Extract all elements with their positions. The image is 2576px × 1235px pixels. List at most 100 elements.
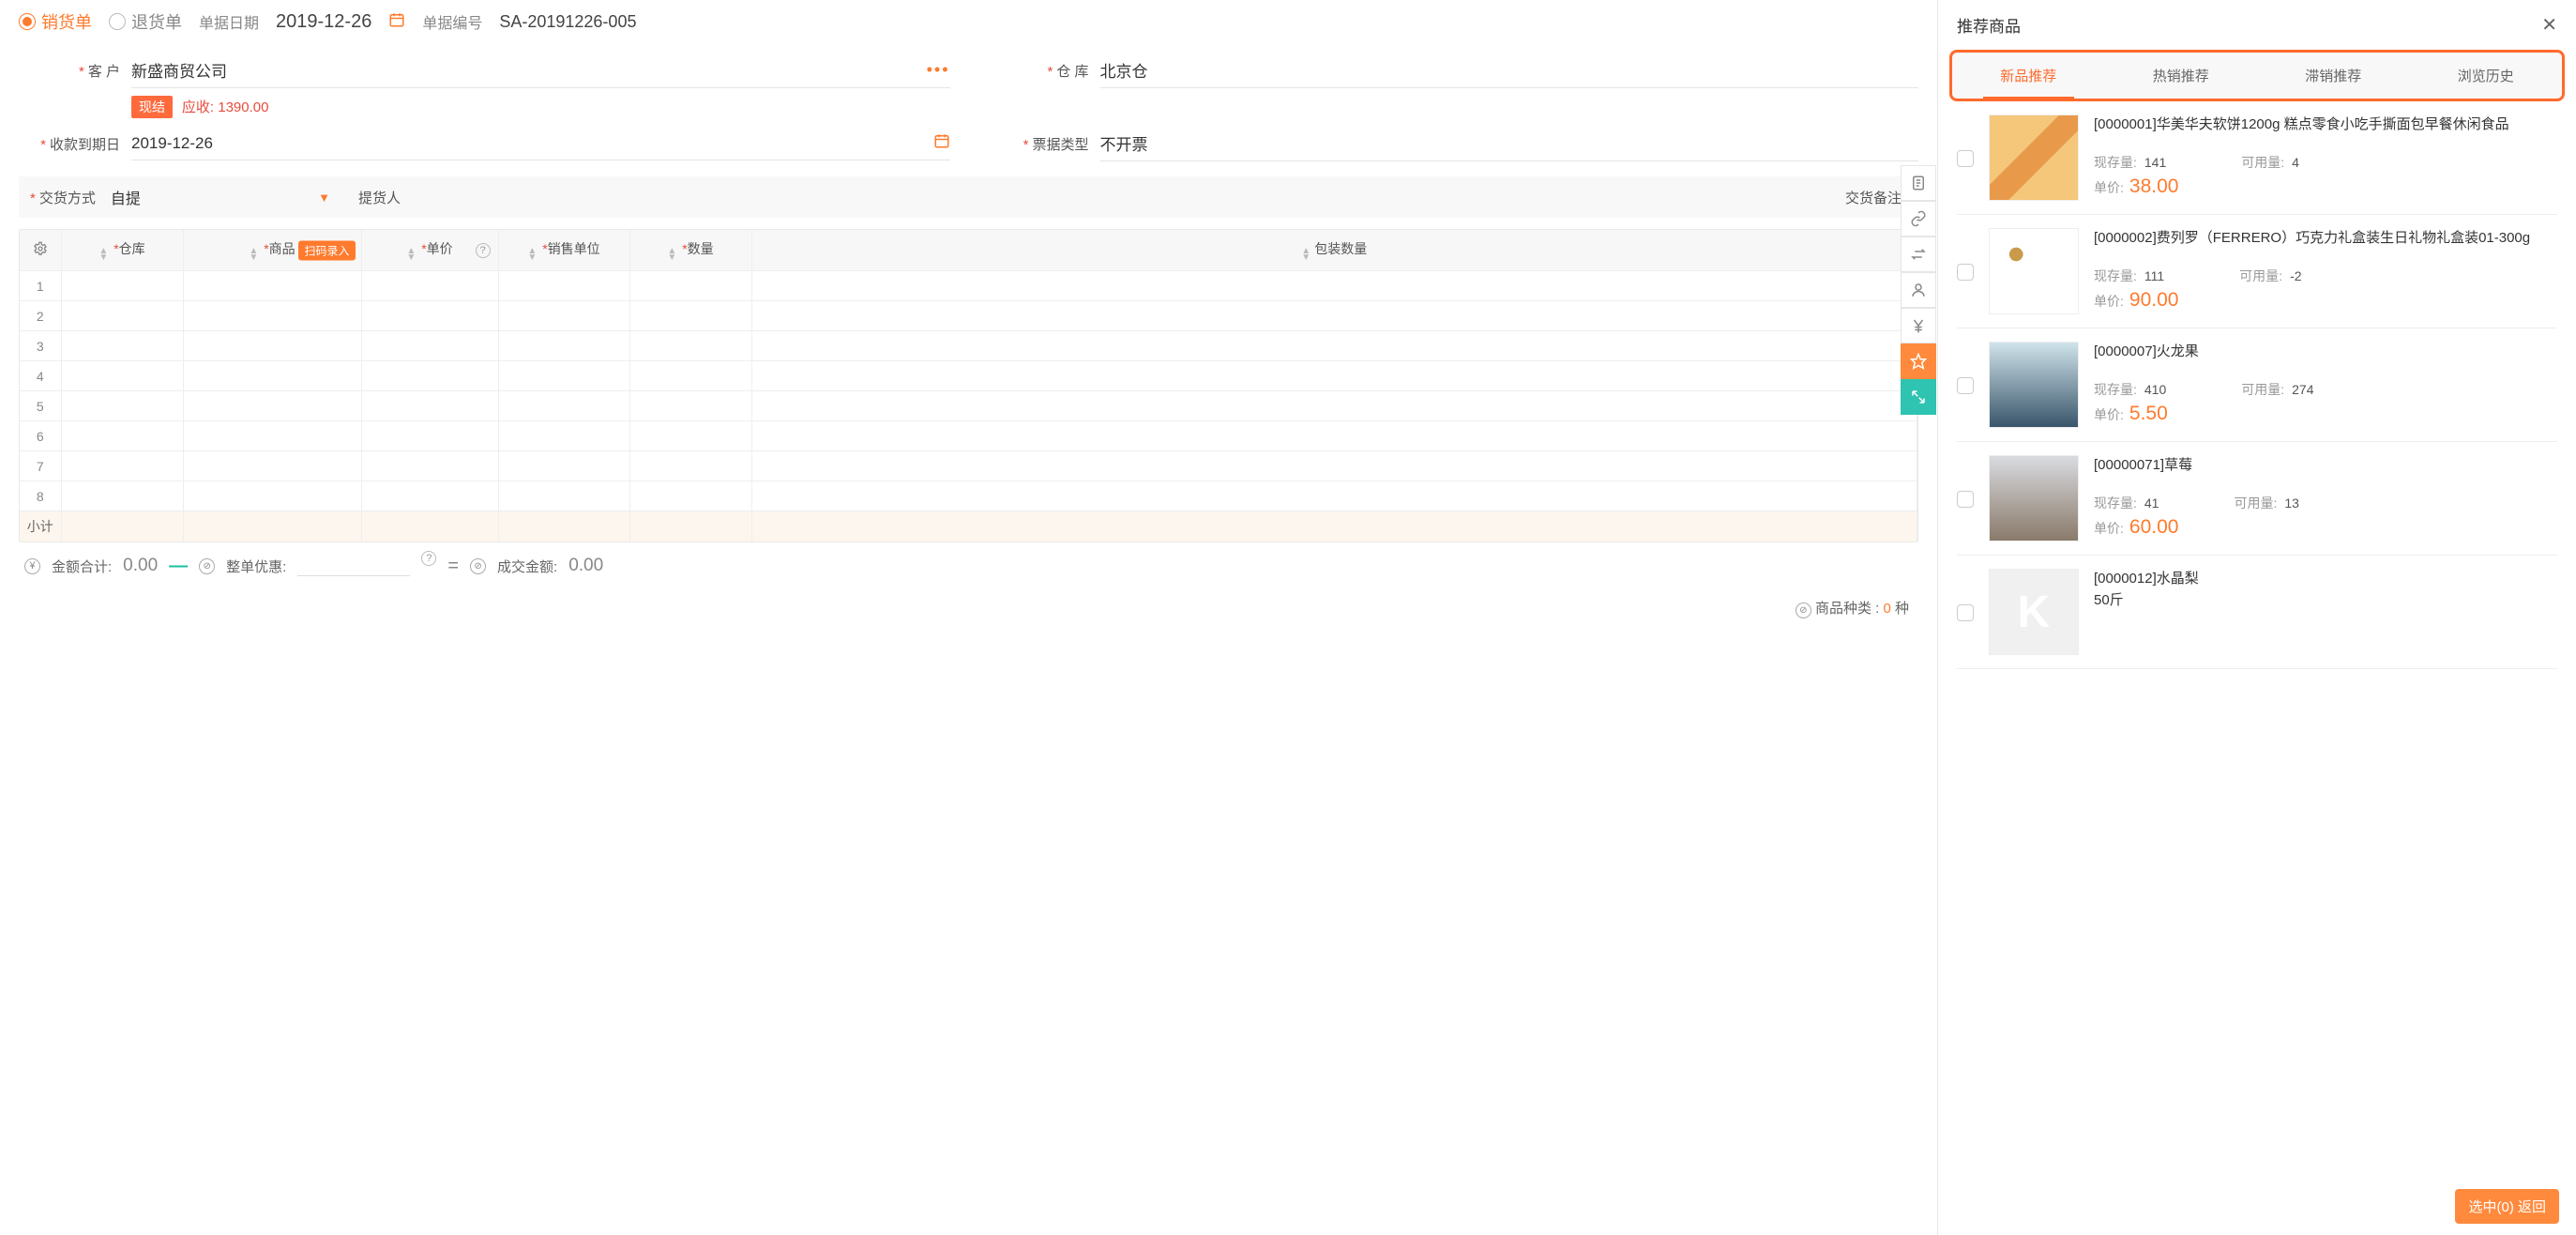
deal-value: 0.00: [568, 556, 603, 576]
side-title: 推荐商品: [1957, 13, 2021, 37]
sum-label: 金额合计:: [52, 557, 112, 576]
product-title: [0000012]水晶梨50斤: [2094, 569, 2557, 611]
sort-icon: ▲▼: [249, 248, 258, 261]
price-value: 90.00: [2129, 289, 2179, 311]
select-return-button[interactable]: 选中(0) 返回: [2455, 1189, 2559, 1224]
product-item[interactable]: [0000007]火龙果 现存量:410 可用量:274 单价:5.50: [1957, 328, 2557, 442]
rail-note-icon[interactable]: [1901, 165, 1936, 201]
sku-count: 0: [1883, 601, 1890, 617]
no-edit-icon: ⊘: [1796, 602, 1811, 618]
rail-star-icon[interactable]: [1901, 343, 1936, 379]
product-item[interactable]: [0000002]费列罗（FERRERO）巧克力礼盒装生日礼物礼盒装01-300…: [1957, 215, 2557, 328]
subtotal-label: 小计: [20, 511, 61, 541]
stock-label: 现存量:: [2094, 382, 2137, 397]
sku-suffix: 种: [1895, 601, 1909, 617]
price-label: 单价:: [2094, 294, 2124, 309]
close-icon[interactable]: ✕: [2541, 13, 2557, 37]
table-row[interactable]: 3: [20, 331, 1917, 361]
duedate-input[interactable]: 2019-12-26: [131, 127, 950, 160]
product-checkbox[interactable]: [1957, 377, 1974, 394]
help-icon[interactable]: ?: [421, 551, 436, 566]
product-item[interactable]: K [0000012]水晶梨50斤: [1957, 556, 2557, 669]
price-label: 单价:: [2094, 521, 2124, 536]
ellipsis-icon[interactable]: •••: [927, 60, 950, 80]
warehouse-label: *仓 库: [988, 61, 1089, 81]
duedate-label: *收款到期日: [19, 134, 120, 154]
tab-sales[interactable]: 销货单: [19, 9, 92, 34]
delivery-select[interactable]: 自提 ▼: [111, 186, 330, 208]
col-qty[interactable]: ▲▼*数量: [629, 230, 751, 271]
customer-input[interactable]: 新盛商贸公司 •••: [131, 53, 950, 88]
stock-label: 现存量:: [2094, 496, 2137, 511]
table-settings[interactable]: [20, 230, 61, 271]
product-checkbox[interactable]: [1957, 264, 1974, 281]
rail-expand-icon[interactable]: [1901, 379, 1936, 415]
paynow-badge: 现结: [131, 96, 173, 118]
sku-label: 商品种类 :: [1815, 601, 1879, 617]
billtype-input[interactable]: 不开票: [1100, 126, 1919, 161]
tab-return[interactable]: 退货单: [109, 9, 182, 34]
side-tab-1[interactable]: 热销推荐: [2105, 53, 2258, 99]
col-product[interactable]: ▲▼*商品扫码录入: [183, 230, 361, 271]
deal-label: 成交金额:: [497, 557, 557, 576]
side-tab-3[interactable]: 浏览历史: [2410, 53, 2563, 99]
avail-value: 13: [2284, 496, 2299, 511]
product-checkbox[interactable]: [1957, 150, 1974, 167]
table-row[interactable]: 7: [20, 451, 1917, 481]
table-row[interactable]: 5: [20, 391, 1917, 421]
price-label: 单价:: [2094, 180, 2124, 195]
tab-sales-label: 销货单: [41, 9, 92, 34]
radio-on-icon: [19, 13, 36, 30]
product-image: K: [1989, 569, 2079, 655]
rail-person-icon[interactable]: [1901, 272, 1936, 308]
calendar-icon[interactable]: [933, 132, 950, 154]
product-item[interactable]: [0000001]华美华夫软饼1200g 糕点零食小吃手撕面包早餐休闲食品 现存…: [1957, 101, 2557, 215]
product-title: [0000001]华美华夫软饼1200g 糕点零食小吃手撕面包早餐休闲食品: [2094, 114, 2557, 136]
product-checkbox[interactable]: [1957, 604, 1974, 621]
price-label: 单价:: [2094, 407, 2124, 422]
warehouse-input[interactable]: 北京仓: [1100, 53, 1919, 88]
tab-return-label: 退货单: [131, 9, 182, 34]
table-row[interactable]: 6: [20, 421, 1917, 451]
no-edit-icon: ⊘: [199, 558, 215, 574]
col-unit[interactable]: ▲▼*销售单位: [498, 230, 629, 271]
product-title: [00000071]草莓: [2094, 455, 2557, 477]
sort-icon: ▲▼: [406, 248, 416, 261]
avail-value: -2: [2290, 268, 2301, 283]
table-row[interactable]: 8: [20, 481, 1917, 511]
no-edit-icon: ⊘: [470, 558, 486, 574]
radio-off-icon: [109, 13, 126, 30]
product-item[interactable]: [00000071]草莓 现存量:41 可用量:13 单价:60.00: [1957, 442, 2557, 556]
rail-transfer-icon[interactable]: [1901, 236, 1936, 272]
sort-icon: ▲▼: [1301, 248, 1311, 261]
product-title: [0000007]火龙果: [2094, 342, 2557, 363]
chevron-down-icon: ▼: [318, 191, 330, 205]
stock-value: 141: [2144, 155, 2166, 170]
product-title: [0000002]费列罗（FERRERO）巧克力礼盒装生日礼物礼盒装01-300…: [2094, 228, 2557, 250]
col-pack[interactable]: ▲▼包装数量: [751, 230, 1917, 271]
avail-value: 274: [2292, 382, 2313, 397]
help-icon[interactable]: ?: [476, 243, 491, 258]
receivable-text: 应收: 1390.00: [182, 99, 269, 115]
discount-input[interactable]: [297, 556, 410, 576]
billtype-label: *票据类型: [988, 134, 1089, 154]
col-warehouse[interactable]: ▲▼*仓库: [61, 230, 183, 271]
date-value-input[interactable]: 2019-12-26: [276, 11, 371, 33]
table-row[interactable]: 2: [20, 301, 1917, 331]
product-checkbox[interactable]: [1957, 491, 1974, 508]
side-tab-2[interactable]: 滞销推荐: [2257, 53, 2410, 99]
rail-link-icon[interactable]: [1901, 201, 1936, 236]
price-value: 5.50: [2129, 403, 2168, 424]
stock-label: 现存量:: [2094, 268, 2137, 283]
col-price[interactable]: ▲▼*单价?: [361, 230, 498, 271]
table-row[interactable]: 1: [20, 271, 1917, 301]
table-row[interactable]: 4: [20, 361, 1917, 391]
avail-value: 4: [2292, 155, 2299, 170]
sum-value: 0.00: [123, 556, 158, 576]
rail-currency-icon[interactable]: [1901, 308, 1936, 343]
stock-value: 111: [2144, 268, 2164, 283]
side-tab-0[interactable]: 新品推荐: [1952, 53, 2105, 99]
scan-badge[interactable]: 扫码录入: [298, 240, 355, 260]
calendar-icon[interactable]: [388, 11, 405, 33]
stock-value: 410: [2144, 382, 2166, 397]
